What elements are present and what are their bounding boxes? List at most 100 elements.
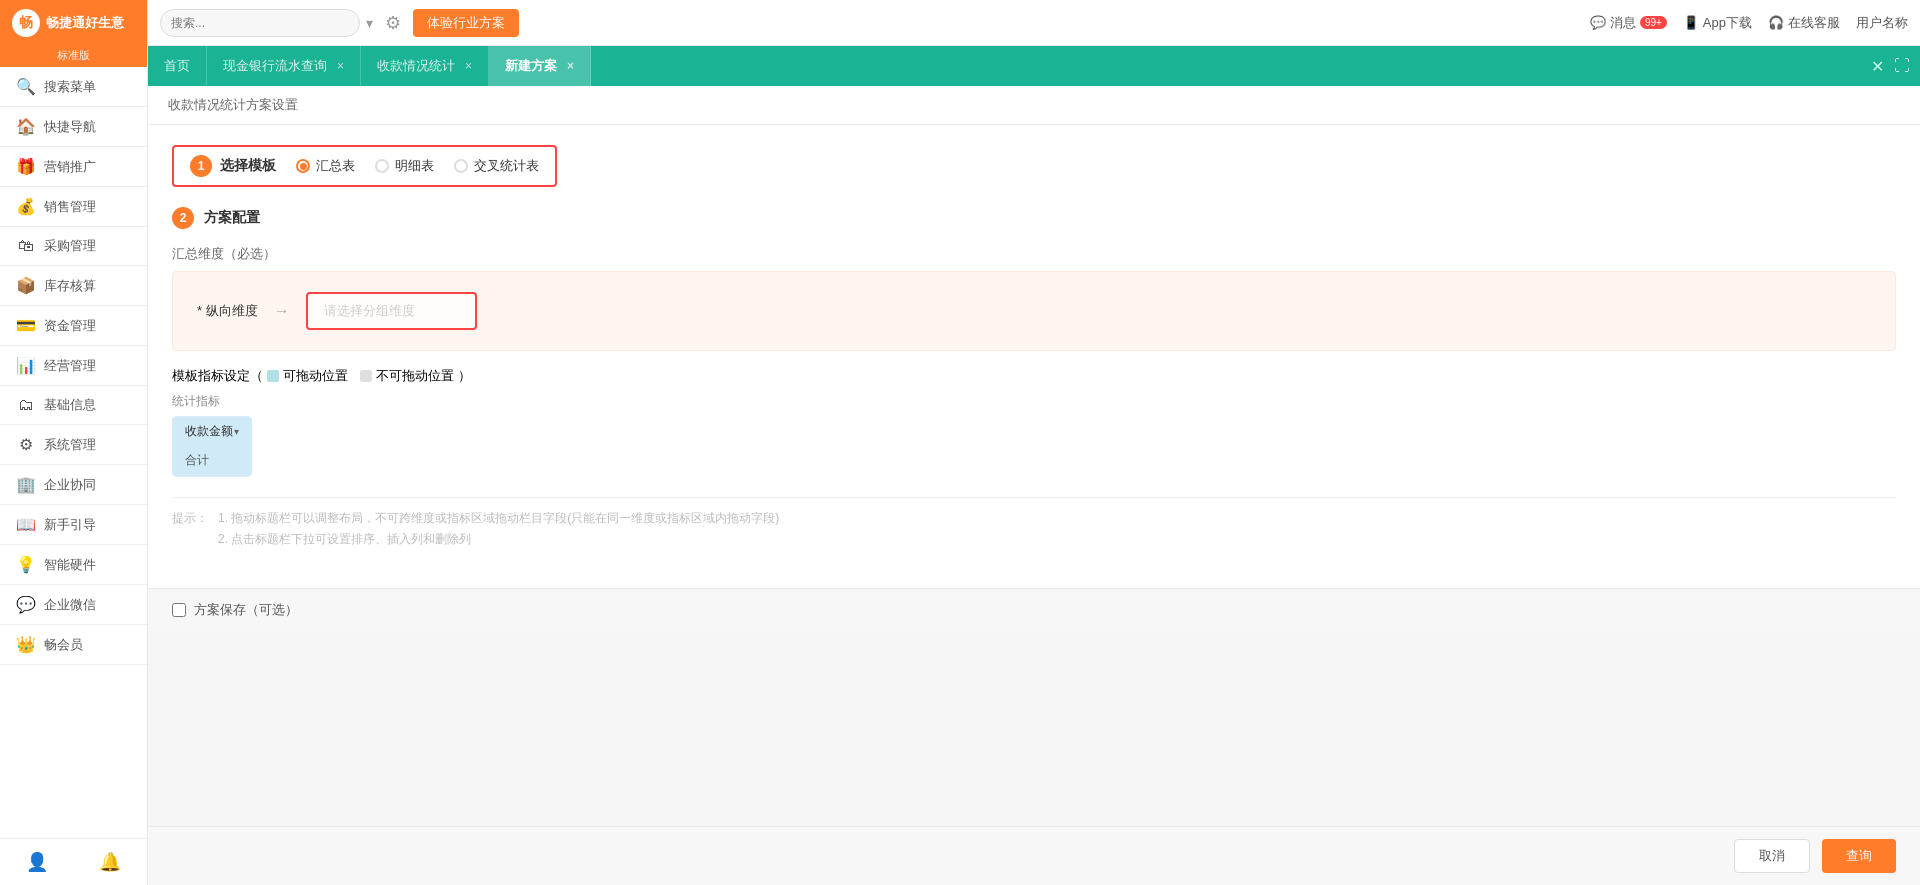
tabbar: 首页 现金银行流水查询 × 收款情况统计 × 新建方案 × ✕ ⛶ xyxy=(148,46,1920,86)
tabbar-actions: ✕ ⛶ xyxy=(1861,46,1920,86)
step2-title: 方案配置 xyxy=(204,209,260,227)
sidebar-nav: 🔍 搜索菜单 🏠 快捷导航 🎁 营销推广 💰 销售管理 🛍 采购管理 📦 库存核… xyxy=(0,67,147,838)
indicator-title: 模板指标设定（ xyxy=(172,367,263,385)
member-nav-icon: 👑 xyxy=(16,635,36,654)
sidebar-item-guide[interactable]: 📖 新手引导 xyxy=(0,505,147,545)
sidebar-item-purchase[interactable]: 🛍 采购管理 xyxy=(0,227,147,266)
indicator-col-header: 收款金额 ▾ xyxy=(173,417,251,446)
step1-section: 1 选择模板 汇总表 明细表 xyxy=(172,145,1896,187)
topbar-right: 💬 消息 99+ 📱 App下载 🎧 在线客服 用户名称 xyxy=(1590,14,1908,32)
sidebar-item-search[interactable]: 🔍 搜索菜单 xyxy=(0,67,147,107)
service-icon: 🎧 xyxy=(1768,15,1784,30)
radio-cross-circle xyxy=(454,159,468,173)
gear-icon[interactable]: ⚙ xyxy=(385,12,401,34)
sales-nav-icon: 💰 xyxy=(16,197,36,216)
drag-legend-label: 可拖动位置 xyxy=(283,367,348,385)
user-name-button[interactable]: 用户名称 xyxy=(1856,14,1908,32)
sidebar-item-member[interactable]: 👑 畅会员 xyxy=(0,625,147,665)
dimension-placeholder[interactable]: 请选择分组维度 xyxy=(306,292,477,330)
sidebar-item-finance[interactable]: 💳 资金管理 xyxy=(0,306,147,346)
message-button[interactable]: 💬 消息 99+ xyxy=(1590,14,1667,32)
dimension-area: * 纵向维度 → 请选择分组维度 xyxy=(172,271,1896,351)
indicator-table: 收款金额 ▾ 合计 xyxy=(172,416,1896,477)
vertical-dimension-label: * 纵向维度 xyxy=(197,302,258,320)
query-button[interactable]: 查询 xyxy=(1822,839,1896,873)
footer-bar: 取消 查询 xyxy=(148,826,1920,885)
service-button[interactable]: 🎧 在线客服 xyxy=(1768,14,1840,32)
sidebar-bottom: 👤 🔔 xyxy=(0,838,147,885)
tab-new-plan[interactable]: 新建方案 × xyxy=(489,46,591,86)
step1-header: 1 选择模板 汇总表 明细表 xyxy=(172,145,1896,187)
notification-icon[interactable]: 🔔 xyxy=(95,847,125,877)
indicator-col-dropdown[interactable]: ▾ xyxy=(234,426,239,437)
sidebar-item-operation[interactable]: 📊 经营管理 xyxy=(0,346,147,386)
download-icon: 📱 xyxy=(1683,15,1699,30)
sidebar-item-basic[interactable]: 🗂 基础信息 xyxy=(0,386,147,425)
inventory-nav-icon: 📦 xyxy=(16,276,36,295)
save-checkbox[interactable] xyxy=(172,603,186,617)
system-nav-icon: ⚙ xyxy=(16,435,36,454)
nodrag-legend-label: 不可拖动位置 xyxy=(376,367,454,385)
arrow-icon: → xyxy=(274,302,290,320)
user-icon[interactable]: 👤 xyxy=(22,847,52,877)
gift-nav-icon: 🎁 xyxy=(16,157,36,176)
sidebar-edition: 标准版 xyxy=(0,46,147,67)
sidebar-item-enterprise[interactable]: 🏢 企业协同 xyxy=(0,465,147,505)
topbar-search-area: ▾ xyxy=(160,9,373,37)
dimension-title: 汇总维度（必选） xyxy=(172,245,1896,263)
close-window-icon[interactable]: ✕ xyxy=(1871,57,1884,76)
indicator-column-receipts: 收款金额 ▾ 合计 xyxy=(172,416,252,477)
step1-title: 选择模板 xyxy=(220,157,276,175)
logo-icon: 畅 xyxy=(12,9,40,37)
sidebar-item-wechat[interactable]: 💬 企业微信 xyxy=(0,585,147,625)
sidebar-item-sales[interactable]: 💰 销售管理 xyxy=(0,187,147,227)
topbar: ▾ ⚙ 体验行业方案 💬 消息 99+ 📱 App下载 🎧 在线客服 用户名称 xyxy=(148,0,1920,46)
tab-bank[interactable]: 现金银行流水查询 × xyxy=(207,46,361,86)
cancel-button[interactable]: 取消 xyxy=(1734,839,1810,873)
radio-summary-circle xyxy=(296,159,310,173)
chevron-down-icon[interactable]: ▾ xyxy=(366,15,373,31)
hardware-nav-icon: 💡 xyxy=(16,555,36,574)
sidebar-item-system[interactable]: ⚙ 系统管理 xyxy=(0,425,147,465)
logo-text: 畅捷通好生意 xyxy=(46,15,124,31)
search-nav-icon: 🔍 xyxy=(16,77,36,96)
step1-num: 1 xyxy=(190,155,212,177)
finance-nav-icon: 💳 xyxy=(16,316,36,335)
save-label: 方案保存（可选） xyxy=(194,601,298,619)
radio-summary[interactable]: 汇总表 xyxy=(296,157,355,175)
operation-nav-icon: 📊 xyxy=(16,356,36,375)
trial-button[interactable]: 体验行业方案 xyxy=(413,9,519,37)
tab-receipts-close[interactable]: × xyxy=(465,59,472,73)
step2-num: 2 xyxy=(172,207,194,229)
form-area: 1 选择模板 汇总表 明细表 xyxy=(148,125,1920,588)
basic-nav-icon: 🗂 xyxy=(16,396,36,414)
content-area: 收款情况统计方案设置 1 选择模板 xyxy=(148,86,1920,826)
sidebar-item-hardware[interactable]: 💡 智能硬件 xyxy=(0,545,147,585)
tab-bank-close[interactable]: × xyxy=(337,59,344,73)
indicator-category-label: 统计指标 xyxy=(172,393,1896,410)
sidebar-item-inventory[interactable]: 📦 库存核算 xyxy=(0,266,147,306)
wechat-nav-icon: 💬 xyxy=(16,595,36,614)
tab-home[interactable]: 首页 xyxy=(148,46,207,86)
drag-legend-box xyxy=(267,370,279,382)
indicator-col-body: 合计 xyxy=(173,446,251,476)
template-selector: 1 选择模板 汇总表 明细表 xyxy=(172,145,557,187)
page-header: 收款情况统计方案设置 xyxy=(148,86,1920,125)
tab-new-plan-close[interactable]: × xyxy=(567,59,574,73)
tips-line1: 提示： 1. 拖动标题栏可以调整布局，不可跨维度或指标区域拖动栏目字段(只能在同… xyxy=(172,510,1896,527)
radio-cross[interactable]: 交叉统计表 xyxy=(454,157,539,175)
download-button[interactable]: 📱 App下载 xyxy=(1683,14,1752,32)
expand-icon[interactable]: ⛶ xyxy=(1894,57,1910,75)
radio-detail[interactable]: 明细表 xyxy=(375,157,434,175)
tab-receipts[interactable]: 收款情况统计 × xyxy=(361,46,489,86)
sidebar-item-quick-nav[interactable]: 🏠 快捷导航 xyxy=(0,107,147,147)
search-input[interactable] xyxy=(160,9,360,37)
step2-section: 2 方案配置 汇总维度（必选） * 纵向维度 → 请选择分组维度 xyxy=(172,207,1896,548)
sidebar-logo: 畅 畅捷通好生意 xyxy=(0,0,147,46)
step2-header: 2 方案配置 xyxy=(172,207,1896,229)
sidebar-item-marketing[interactable]: 🎁 营销推广 xyxy=(0,147,147,187)
message-icon: 💬 xyxy=(1590,15,1606,30)
enterprise-nav-icon: 🏢 xyxy=(16,475,36,494)
breadcrumb: 收款情况统计方案设置 xyxy=(168,97,298,112)
save-section: 方案保存（可选） xyxy=(148,588,1920,631)
